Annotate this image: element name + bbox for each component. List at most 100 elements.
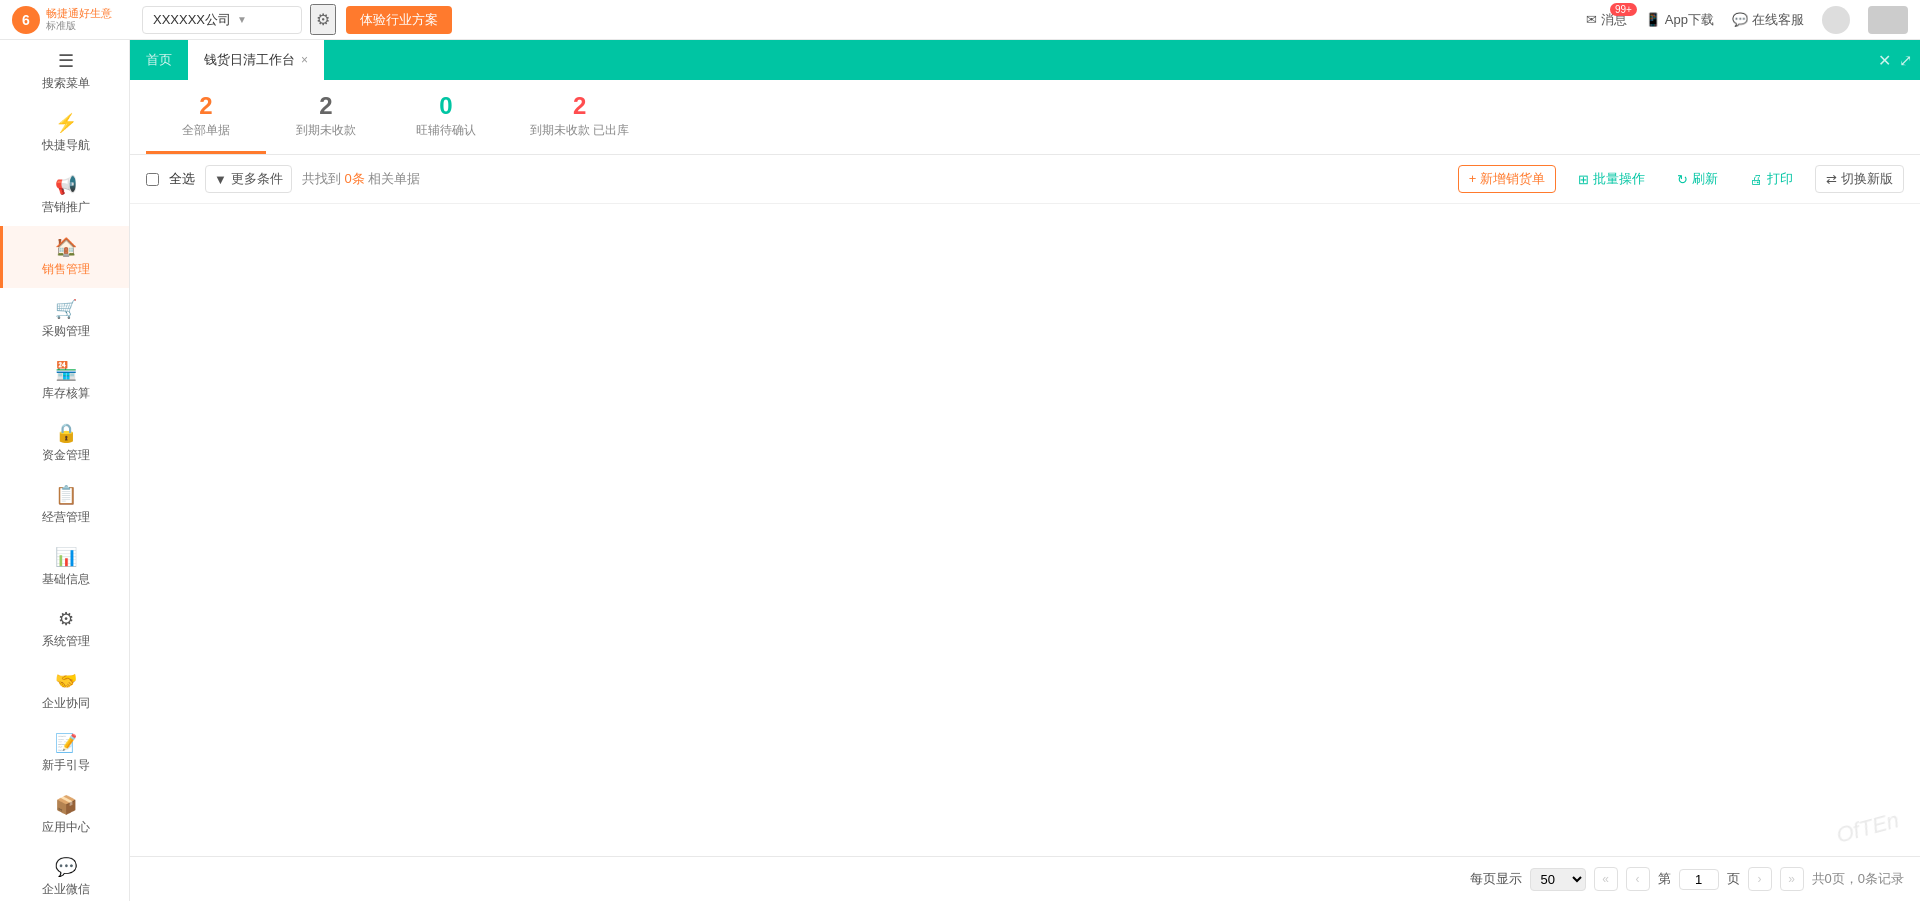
service-icon: 💬 bbox=[1732, 12, 1748, 27]
sidebar-item-label: 营销推广 bbox=[42, 199, 90, 216]
chevron-down-icon: ▼ bbox=[237, 14, 247, 25]
sidebar-item-basic-info[interactable]: 📊 基础信息 bbox=[0, 536, 129, 598]
sidebar: ☰ 搜索菜单 ⚡ 快捷导航 📢 营销推广 🏠 销售管理 🛒 采购管理 🏪 库存核… bbox=[0, 40, 130, 901]
page-input[interactable] bbox=[1679, 869, 1719, 890]
found-count: 0条 bbox=[345, 171, 365, 186]
print-icon: 🖨 bbox=[1750, 172, 1763, 187]
tab-home[interactable]: 首页 bbox=[130, 40, 188, 80]
per-page-label: 每页显示 bbox=[1470, 870, 1522, 888]
avatar[interactable] bbox=[1822, 6, 1850, 34]
sys-mgmt-icon: ⚙ bbox=[58, 608, 74, 630]
stat-tab-overdue-unpaid[interactable]: 2 到期未收款 bbox=[266, 80, 386, 154]
add-sales-button[interactable]: + 新增销货单 bbox=[1458, 165, 1556, 193]
messages-button[interactable]: ✉ 消息 99+ bbox=[1586, 11, 1627, 29]
stat-number-overdue-unshipped: 2 bbox=[573, 92, 586, 120]
more-conditions-button[interactable]: ▼ 更多条件 bbox=[205, 165, 292, 193]
enterprise-wechat-icon: 💬 bbox=[55, 856, 77, 878]
purchase-icon: 🛒 bbox=[55, 298, 77, 320]
pagination: 每页显示 20 50 100 « ‹ 第 页 › » 共0页，0条记录 bbox=[130, 856, 1920, 901]
logo-area: 6 畅捷通好生意 标准版 bbox=[12, 6, 142, 34]
main-content: 首页 钱货日清工作台 × ✕ ⤢ 2 全部单据 2 到期未收款 0 bbox=[130, 40, 1920, 901]
message-icon: ✉ bbox=[1586, 12, 1597, 27]
stat-tab-overdue-unshipped[interactable]: 2 到期未收款 已出库 bbox=[506, 80, 653, 154]
tab-minimize-icon[interactable]: ✕ bbox=[1878, 51, 1891, 70]
prev-page-button[interactable]: ‹ bbox=[1626, 867, 1650, 891]
stat-number-all: 2 bbox=[199, 92, 212, 120]
stat-tab-all[interactable]: 2 全部单据 bbox=[146, 80, 266, 154]
sidebar-item-new-guide[interactable]: 📝 新手引导 bbox=[0, 722, 129, 784]
per-page-select[interactable]: 20 50 100 bbox=[1530, 868, 1586, 891]
refresh-button[interactable]: ↻ 刷新 bbox=[1667, 166, 1728, 192]
sidebar-item-enterprise-coop[interactable]: 🤝 企业协同 bbox=[0, 660, 129, 722]
stat-number-overdue-unpaid: 2 bbox=[319, 92, 332, 120]
sidebar-item-label: 应用中心 bbox=[42, 819, 90, 836]
stat-label-all: 全部单据 bbox=[182, 122, 230, 139]
filter-icon: ▼ bbox=[214, 172, 227, 187]
sidebar-item-quick-nav[interactable]: ⚡ 快捷导航 bbox=[0, 102, 129, 164]
switch-icon: ⇄ bbox=[1826, 172, 1837, 187]
stat-label-wangwang: 旺辅待确认 bbox=[416, 122, 476, 139]
marketing-icon: 📢 bbox=[55, 174, 77, 196]
sidebar-item-app-center[interactable]: 📦 应用中心 bbox=[0, 784, 129, 846]
sidebar-item-sys-mgmt[interactable]: ⚙ 系统管理 bbox=[0, 598, 129, 660]
sidebar-item-label: 快捷导航 bbox=[42, 137, 90, 154]
online-service-button[interactable]: 💬 在线客服 bbox=[1732, 11, 1804, 29]
sidebar-item-search-menu[interactable]: ☰ 搜索菜单 bbox=[0, 40, 129, 102]
sales-mgmt-icon: 🏠 bbox=[55, 236, 77, 258]
sidebar-item-purchase-mgmt[interactable]: 🛒 采购管理 bbox=[0, 288, 129, 350]
trial-button[interactable]: 体验行业方案 bbox=[346, 6, 452, 34]
stats-bar: 2 全部单据 2 到期未收款 0 旺辅待确认 2 到期未收款 已出库 bbox=[130, 80, 1920, 155]
logo-text: 畅捷通好生意 标准版 bbox=[46, 7, 112, 32]
header-right: ✉ 消息 99+ 📱 App下载 💬 在线客服 bbox=[1586, 6, 1908, 34]
settings-button[interactable]: ⚙ bbox=[310, 4, 336, 35]
tab-bar-right: ✕ ⤢ bbox=[1878, 51, 1920, 70]
sidebar-item-label: 搜索菜单 bbox=[42, 75, 90, 92]
page-label-end: 页 bbox=[1727, 870, 1740, 888]
stat-tab-wangwang[interactable]: 0 旺辅待确认 bbox=[386, 80, 506, 154]
sidebar-item-sales-mgmt[interactable]: 🏠 销售管理 bbox=[0, 226, 129, 288]
inventory-icon: 🏪 bbox=[55, 360, 77, 382]
sidebar-item-enterprise-wechat[interactable]: 💬 企业微信 bbox=[0, 846, 129, 901]
batch-ops-button[interactable]: ⊞ 批量操作 bbox=[1568, 166, 1655, 192]
messages-badge: 99+ bbox=[1610, 3, 1637, 16]
app-center-icon: 📦 bbox=[55, 794, 77, 816]
stat-number-wangwang: 0 bbox=[439, 92, 452, 120]
stat-label-overdue-unshipped: 到期未收款 已出库 bbox=[530, 122, 629, 139]
table-area bbox=[130, 204, 1920, 856]
enterprise-coop-icon: 🤝 bbox=[55, 670, 77, 692]
tab-close-icon[interactable]: × bbox=[301, 53, 308, 67]
sidebar-item-marketing[interactable]: 📢 营销推广 bbox=[0, 164, 129, 226]
sidebar-item-capital-mgmt[interactable]: 🔒 资金管理 bbox=[0, 412, 129, 474]
capital-icon: 🔒 bbox=[55, 422, 77, 444]
last-page-button[interactable]: » bbox=[1780, 867, 1804, 891]
tab-maximize-icon[interactable]: ⤢ bbox=[1899, 51, 1912, 70]
app-download-button[interactable]: 📱 App下载 bbox=[1645, 11, 1714, 29]
new-guide-icon: 📝 bbox=[55, 732, 77, 754]
toolbar: 全选 ▼ 更多条件 共找到 0条 相关单据 + 新增销货单 ⊞ 批量操作 bbox=[130, 155, 1920, 204]
avatar-2[interactable] bbox=[1868, 6, 1908, 34]
select-all-label: 全选 bbox=[169, 170, 195, 188]
sidebar-item-inventory[interactable]: 🏪 库存核算 bbox=[0, 350, 129, 412]
switch-version-button[interactable]: ⇄ 切换新版 bbox=[1815, 165, 1904, 193]
select-all-checkbox[interactable] bbox=[146, 173, 159, 186]
next-page-button[interactable]: › bbox=[1748, 867, 1772, 891]
sidebar-item-ops-mgmt[interactable]: 📋 经营管理 bbox=[0, 474, 129, 536]
page-total-info: 共0页，0条记录 bbox=[1812, 870, 1904, 888]
sidebar-item-label: 资金管理 bbox=[42, 447, 90, 464]
sidebar-item-label: 新手引导 bbox=[42, 757, 90, 774]
print-button[interactable]: 🖨 打印 bbox=[1740, 166, 1803, 192]
first-page-button[interactable]: « bbox=[1594, 867, 1618, 891]
tab-active[interactable]: 钱货日清工作台 × bbox=[188, 40, 324, 80]
sidebar-item-label: 销售管理 bbox=[42, 261, 90, 278]
sidebar-item-label: 经营管理 bbox=[42, 509, 90, 526]
company-selector[interactable]: XXXXXX公司 ▼ bbox=[142, 6, 302, 34]
quick-nav-icon: ⚡ bbox=[55, 112, 77, 134]
page-label: 第 bbox=[1658, 870, 1671, 888]
tab-bar: 首页 钱货日清工作台 × ✕ ⤢ bbox=[130, 40, 1920, 80]
sidebar-item-label: 库存核算 bbox=[42, 385, 90, 402]
sidebar-item-label: 系统管理 bbox=[42, 633, 90, 650]
sidebar-item-label: 基础信息 bbox=[42, 571, 90, 588]
basic-info-icon: 📊 bbox=[55, 546, 77, 568]
company-name: XXXXXX公司 bbox=[153, 11, 231, 29]
sidebar-item-label: 企业微信 bbox=[42, 881, 90, 898]
